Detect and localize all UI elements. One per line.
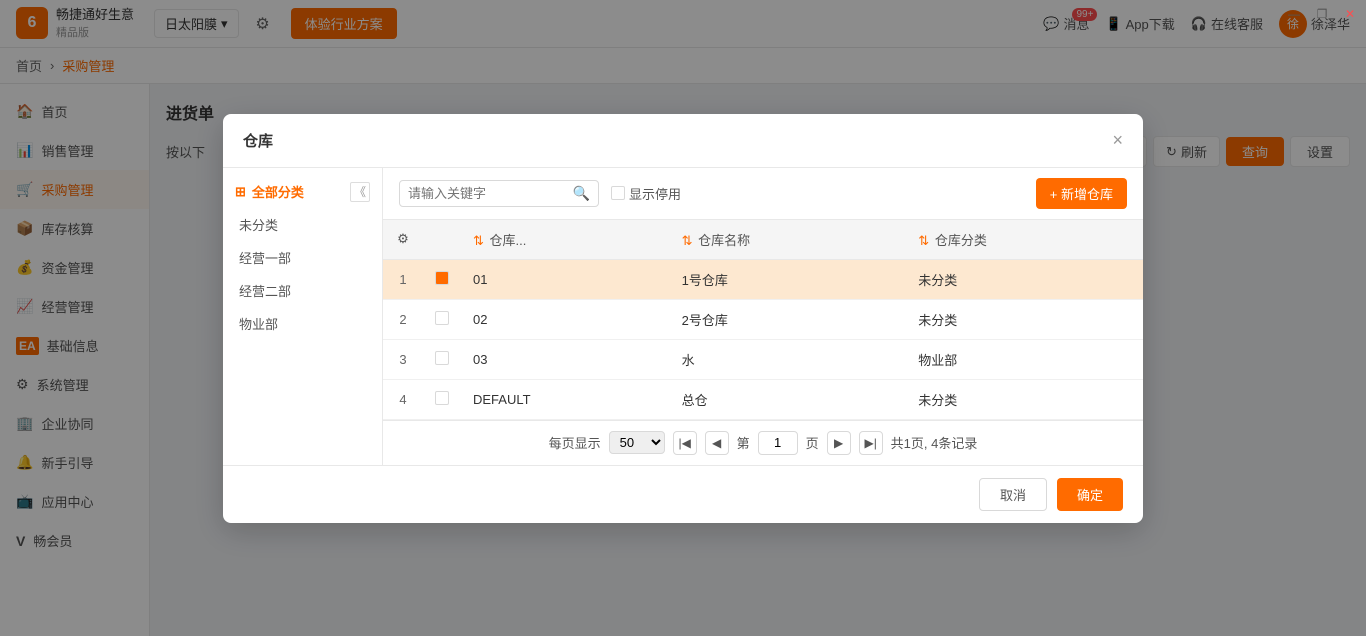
row-code: 01 xyxy=(461,259,670,299)
category-item-uncategorized[interactable]: 未分类 xyxy=(223,208,382,241)
warehouse-table: ⚙ ⇅ 仓库... ⇅ 仓库名称 xyxy=(383,220,1143,420)
show-disabled-checkbox[interactable] xyxy=(611,186,625,200)
chevron-left-icon: 《 xyxy=(354,183,366,200)
pagination: 每页显示 50 100 200 |◀ ◀ 第 页 ▶ ▶| 共1页, 4条记录 xyxy=(383,420,1143,465)
row-checkbox-cell[interactable] xyxy=(423,259,461,299)
sort-icon: ⇅ xyxy=(918,233,929,248)
row-category: 未分类 xyxy=(906,379,1143,419)
th-category[interactable]: ⇅ 仓库分类 xyxy=(906,220,1143,260)
row-name: 总仓 xyxy=(670,379,907,419)
row-category: 物业部 xyxy=(906,339,1143,379)
all-categories-button[interactable]: ⊞ 全部分类 xyxy=(235,182,304,201)
page-input[interactable] xyxy=(758,431,798,455)
page-unit: 页 xyxy=(806,433,819,452)
page-last-button[interactable]: ▶| xyxy=(859,431,883,455)
row-name: 水 xyxy=(670,339,907,379)
add-warehouse-button[interactable]: + 新增仓库 xyxy=(1036,178,1127,209)
warehouse-modal: 仓库 × ⊞ 全部分类 《 未分类 经营一部 经营二部 物业部 xyxy=(223,114,1143,523)
page-next-button[interactable]: ▶ xyxy=(827,431,851,455)
category-panel: ⊞ 全部分类 《 未分类 经营一部 经营二部 物业部 xyxy=(223,168,383,465)
row-number: 2 xyxy=(383,299,423,339)
confirm-button[interactable]: 确定 xyxy=(1057,478,1123,511)
row-number: 3 xyxy=(383,339,423,379)
table-row[interactable]: 1 01 1号仓库 未分类 xyxy=(383,259,1143,299)
th-code[interactable]: ⇅ 仓库... xyxy=(461,220,670,260)
table-container: ⚙ ⇅ 仓库... ⇅ 仓库名称 xyxy=(383,220,1143,420)
row-checkbox-cell[interactable] xyxy=(423,379,461,419)
modal-footer: 取消 确定 xyxy=(223,465,1143,523)
modal-body: ⊞ 全部分类 《 未分类 经营一部 经营二部 物业部 xyxy=(223,168,1143,465)
search-box: 🔍 xyxy=(399,180,599,207)
category-header: ⊞ 全部分类 《 xyxy=(223,176,382,208)
sort-icon: ⇅ xyxy=(473,233,484,248)
row-checkbox-cell[interactable] xyxy=(423,339,461,379)
minimize-button[interactable]: — xyxy=(1282,4,1306,24)
row-name: 1号仓库 xyxy=(670,259,907,299)
th-name[interactable]: ⇅ 仓库名称 xyxy=(670,220,907,260)
table-row[interactable]: 4 DEFAULT 总仓 未分类 xyxy=(383,379,1143,419)
cancel-button[interactable]: 取消 xyxy=(979,478,1047,511)
per-page-label: 每页显示 xyxy=(549,433,601,452)
page-first-button[interactable]: |◀ xyxy=(673,431,697,455)
sort-icon: ⇅ xyxy=(682,233,693,248)
grid-icon: ⊞ xyxy=(235,184,246,200)
table-row[interactable]: 3 03 水 物业部 xyxy=(383,339,1143,379)
row-code: 03 xyxy=(461,339,670,379)
restore-button[interactable]: ❐ xyxy=(1310,4,1334,24)
modal-title: 仓库 xyxy=(243,130,273,151)
row-code: 02 xyxy=(461,299,670,339)
category-item-property[interactable]: 物业部 xyxy=(223,307,382,340)
collapse-button[interactable]: 《 xyxy=(350,182,370,202)
row-code: DEFAULT xyxy=(461,379,670,419)
modal-close-button[interactable]: × xyxy=(1112,131,1123,149)
row-number: 4 xyxy=(383,379,423,419)
row-number: 1 xyxy=(383,259,423,299)
category-item-dept2[interactable]: 经营二部 xyxy=(223,274,382,307)
table-header-row: ⚙ ⇅ 仓库... ⇅ 仓库名称 xyxy=(383,220,1143,260)
row-name: 2号仓库 xyxy=(670,299,907,339)
data-toolbar: 🔍 显示停用 + 新增仓库 xyxy=(383,168,1143,220)
page-label: 第 xyxy=(737,433,750,452)
th-check xyxy=(423,220,461,260)
category-item-dept1[interactable]: 经营一部 xyxy=(223,241,382,274)
row-category: 未分类 xyxy=(906,299,1143,339)
modal-overlay: 仓库 × ⊞ 全部分类 《 未分类 经营一部 经营二部 物业部 xyxy=(0,0,1366,636)
search-icon[interactable]: 🔍 xyxy=(573,185,590,202)
close-window-button[interactable]: ✕ xyxy=(1338,4,1362,24)
per-page-select[interactable]: 50 100 200 xyxy=(609,431,665,454)
all-categories-label: 全部分类 xyxy=(252,182,304,201)
th-gear[interactable]: ⚙ xyxy=(383,220,423,260)
total-info: 共1页, 4条记录 xyxy=(891,433,978,452)
row-category: 未分类 xyxy=(906,259,1143,299)
window-controls: — ❐ ✕ xyxy=(1282,4,1362,24)
page-prev-button[interactable]: ◀ xyxy=(705,431,729,455)
modal-header: 仓库 × xyxy=(223,114,1143,168)
table-row[interactable]: 2 02 2号仓库 未分类 xyxy=(383,299,1143,339)
row-checkbox-cell[interactable] xyxy=(423,299,461,339)
show-disabled-label[interactable]: 显示停用 xyxy=(611,184,681,203)
search-input[interactable] xyxy=(408,186,569,201)
data-panel: 🔍 显示停用 + 新增仓库 ⚙ xyxy=(383,168,1143,465)
